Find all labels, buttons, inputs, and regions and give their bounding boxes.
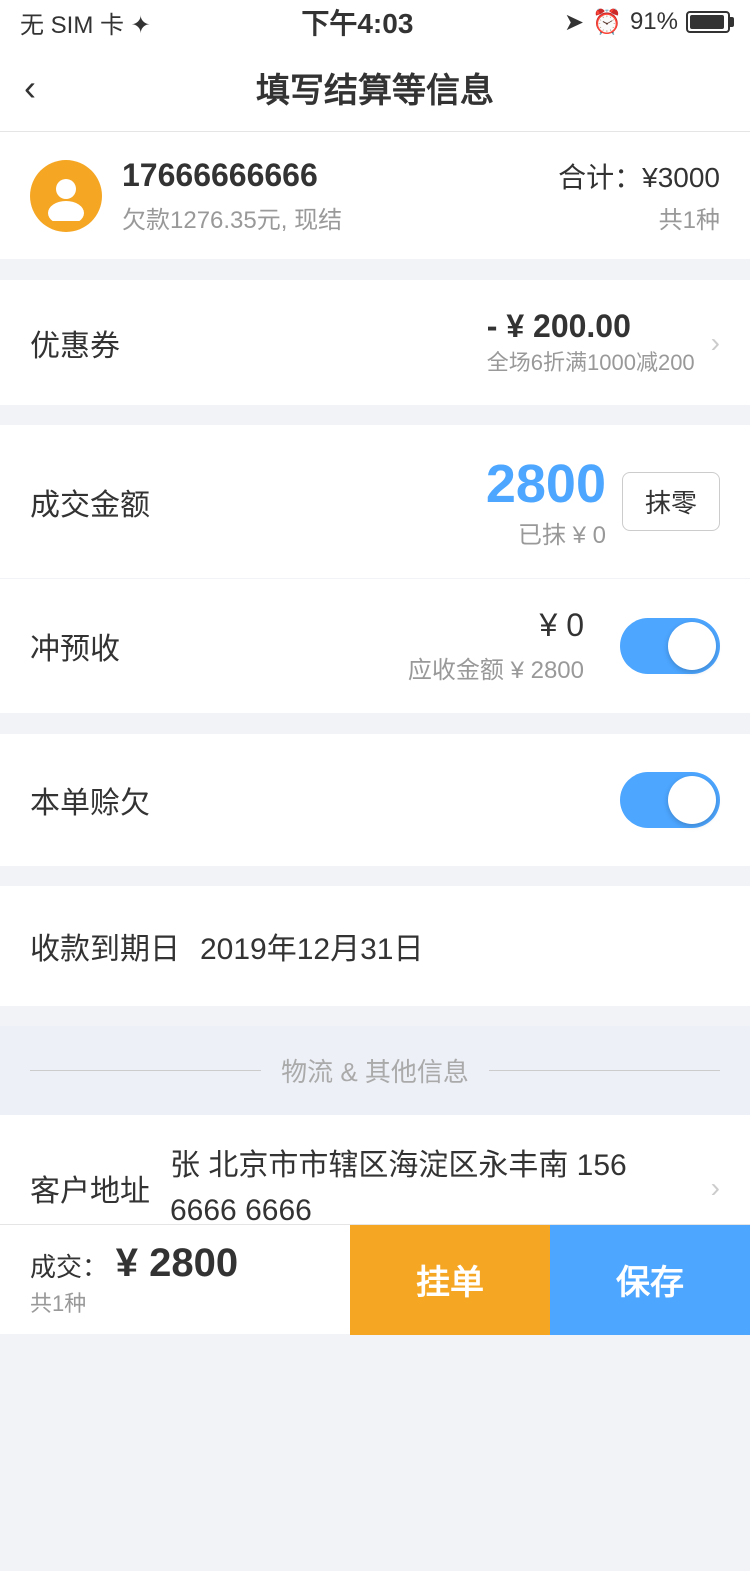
due-date-row: 收款到期日 2019年12月31日 (0, 886, 750, 1006)
debt-toggle-knob (668, 776, 716, 824)
customer-section: 17666666666 欠款1276.35元, 现结 合计：¥3000 共1种 (0, 132, 750, 259)
save-button[interactable]: 保存 (550, 1225, 750, 1335)
due-date-value: 2019年12月31日 (200, 924, 423, 968)
battery-icon (686, 11, 730, 33)
customer-phone: 17666666666 (122, 157, 342, 194)
logistics-text: 物流 & 其他信息 (281, 1052, 469, 1089)
customer-left: 17666666666 欠款1276.35元, 现结 (30, 157, 342, 235)
already-rounded: 已抹 ¥ 0 (518, 515, 606, 550)
address-label: 客户地址 (30, 1166, 150, 1210)
deal-amount-col: 2800 已抹 ¥ 0 (486, 453, 606, 550)
pending-button[interactable]: 挂单 (350, 1225, 550, 1335)
status-time: 下午4:03 (301, 2, 413, 42)
debt-row: 本单赊欠 (0, 734, 750, 866)
flush-row: 冲预收 ¥ 0 应收金额 ¥ 2800 (0, 579, 750, 714)
total-label: 合计：¥3000 (558, 156, 720, 196)
logistics-line-right (489, 1070, 720, 1071)
status-right: ➤ ⏰ 91% (564, 8, 730, 37)
sim-text: 无 SIM 卡 ✦ (20, 5, 151, 40)
nav-bar: ‹ 填写结算等信息 (0, 44, 750, 132)
section-divider-1 (0, 405, 750, 425)
section-divider-3 (0, 866, 750, 886)
section-divider-2 (0, 714, 750, 734)
coupon-discount: - ¥ 200.00 (487, 308, 695, 345)
flush-value-toggle: ¥ 0 应收金额 ¥ 2800 (408, 607, 720, 685)
content: 17666666666 欠款1276.35元, 现结 合计：¥3000 共1种 … (0, 132, 750, 1571)
flush-amount: ¥ 0 (540, 607, 584, 644)
coupon-label: 优惠券 (30, 321, 120, 365)
battery-percent: 91% (630, 8, 678, 36)
flush-toggle-knob (668, 622, 716, 670)
status-bar: 无 SIM 卡 ✦ 下午4:03 ➤ ⏰ 91% (0, 0, 750, 44)
debt-label: 本单赊欠 (30, 778, 150, 822)
page-title: 填写结算等信息 (256, 63, 494, 112)
bottom-bar: 成交： ¥ 2800 共1种 挂单 保存 (0, 1224, 750, 1334)
coupon-desc: 全场6折满1000减200 (487, 345, 695, 377)
location-icon: ➤ (564, 8, 584, 37)
bottom-deal-label: 成交： (30, 1252, 108, 1282)
customer-debt: 欠款1276.35元, 现结 (122, 200, 342, 235)
bottom-deal-info: 成交： ¥ 2800 共1种 (0, 1241, 350, 1318)
bottom-deal-row: 成交： ¥ 2800 (30, 1241, 320, 1286)
alarm-icon: ⏰ (592, 8, 622, 37)
logistics-line-left (30, 1070, 261, 1071)
customer-right: 合计：¥3000 共1种 (558, 156, 720, 235)
deal-amount-right: 2800 已抹 ¥ 0 抹零 (486, 453, 720, 550)
deal-amount-section: 成交金额 2800 已抹 ¥ 0 抹零 冲预收 ¥ 0 应收金额 ¥ 2800 (0, 425, 750, 714)
address-chevron-right-icon: › (711, 1172, 720, 1204)
total-count: 共1种 (558, 200, 720, 235)
debt-toggle[interactable] (620, 772, 720, 828)
deal-amount-value: 2800 (486, 453, 606, 515)
bottom-deal-count: 共1种 (30, 1286, 320, 1318)
deal-amount-row: 成交金额 2800 已抹 ¥ 0 抹零 (0, 425, 750, 579)
avatar (30, 160, 102, 232)
back-button[interactable]: ‹ (24, 67, 36, 109)
flush-label: 冲预收 (30, 624, 120, 668)
flush-right: ¥ 0 应收金额 ¥ 2800 (408, 607, 584, 685)
due-date-label: 收款到期日 (30, 924, 180, 968)
round-zero-button[interactable]: 抹零 (622, 472, 720, 531)
coupon-right: - ¥ 200.00 全场6折满1000减200 › (487, 308, 720, 377)
section-divider-4 (0, 1006, 750, 1026)
logistics-separator: 物流 & 其他信息 (0, 1026, 750, 1115)
status-left: 无 SIM 卡 ✦ (20, 5, 151, 40)
address-value: 张 北京市市辖区海淀区永丰南 156 6666 6666 (170, 1143, 701, 1233)
customer-info: 17666666666 欠款1276.35元, 现结 (122, 157, 342, 235)
coupon-chevron-right-icon: › (711, 327, 720, 359)
bottom-deal-amount: ¥ 2800 (116, 1241, 238, 1285)
coupon-row[interactable]: 优惠券 - ¥ 200.00 全场6折满1000减200 › (0, 279, 750, 405)
deal-amount-label: 成交金额 (30, 480, 150, 524)
flush-toggle[interactable] (620, 618, 720, 674)
flush-receivable: 应收金额 ¥ 2800 (408, 650, 584, 685)
